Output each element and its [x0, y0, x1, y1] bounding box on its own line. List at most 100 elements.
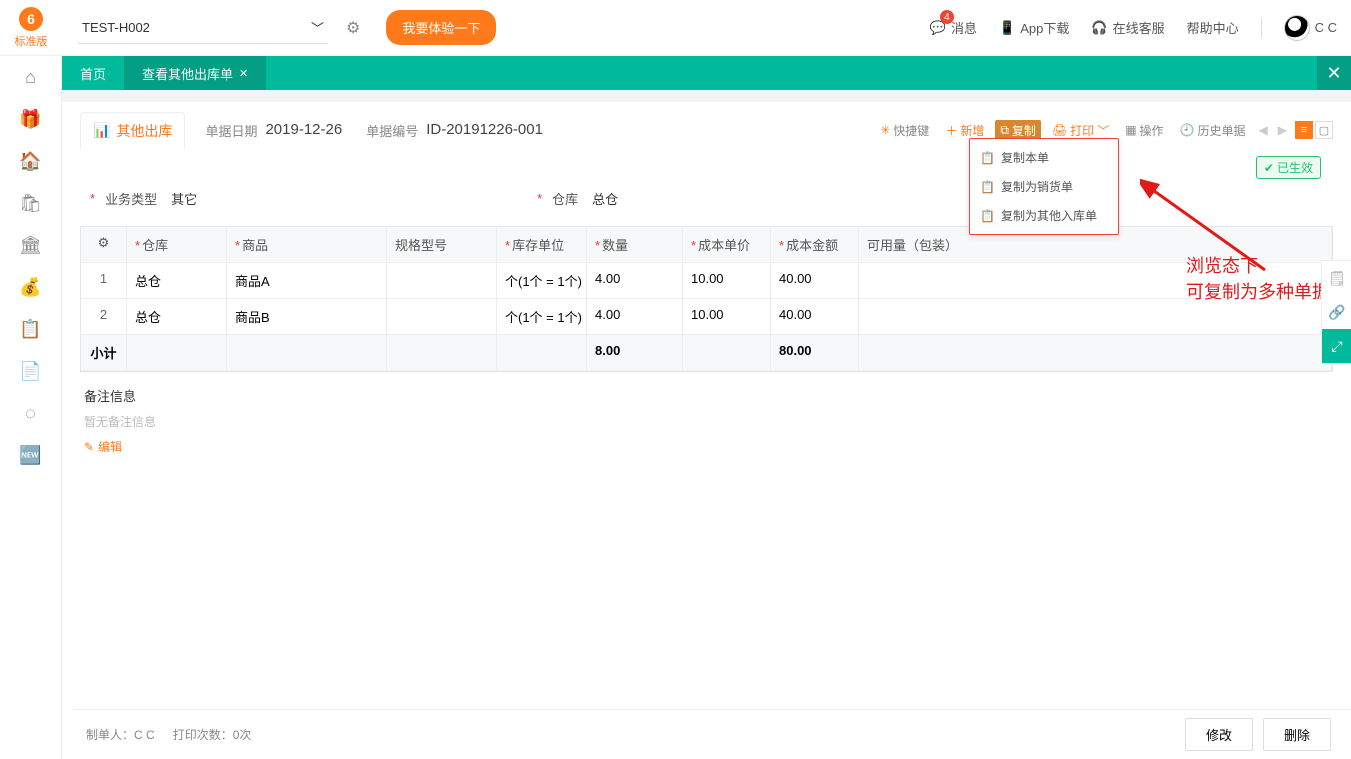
- date-label: 单据日期: [205, 121, 257, 140]
- status-text: 已生效: [1277, 159, 1313, 176]
- chevron-down-icon: ﹀: [1097, 122, 1109, 139]
- shop-icon[interactable]: 🏠: [20, 150, 42, 172]
- gift-icon[interactable]: 🎁: [20, 108, 42, 130]
- check-icon: ✔: [1264, 161, 1274, 175]
- remarks-section: 备注信息 暂无备注信息 ✎编辑: [62, 372, 1351, 469]
- add-label: 新增: [960, 122, 984, 139]
- logo-mark: 6: [19, 7, 43, 31]
- status-row: ✔已生效: [62, 148, 1351, 185]
- expand-icon[interactable]: ⤢: [1322, 329, 1351, 363]
- messages-link[interactable]: 💬 4 消息: [930, 18, 977, 37]
- copy-icon: ⧉: [1000, 123, 1009, 138]
- brand-logo: 6 标准版: [0, 0, 62, 56]
- print-label: 打印: [1070, 122, 1094, 139]
- cell-amount: 40.00: [771, 299, 859, 335]
- help-link[interactable]: 帮助中心: [1187, 18, 1239, 37]
- warehouse-field: * 仓库 总仓: [537, 189, 618, 208]
- tab-home[interactable]: 首页: [62, 56, 124, 90]
- tab-home-label: 首页: [80, 64, 106, 83]
- ops-action[interactable]: ▦ 操作: [1120, 120, 1168, 141]
- cell-avail: [859, 299, 1332, 335]
- no-label: 单据编号: [366, 121, 418, 140]
- customer-service-link[interactable]: 🎧 在线客服: [1091, 18, 1164, 37]
- cell-qty: 4.00: [587, 299, 683, 335]
- edit-icon: ✎: [84, 440, 94, 454]
- view-toggles: ≡ ▢: [1295, 121, 1333, 139]
- refresh-icon[interactable]: ◌: [20, 402, 42, 424]
- msg-label: 消息: [951, 18, 977, 37]
- user-menu[interactable]: C C: [1284, 15, 1337, 41]
- app-download-link[interactable]: 📱 App下载: [999, 18, 1069, 37]
- plus-icon: ＋: [945, 122, 957, 139]
- biz-value: 其它: [171, 189, 197, 208]
- try-button[interactable]: 我要体验一下: [386, 10, 496, 45]
- copy-as-inbound[interactable]: 📋复制为其他入库单: [970, 201, 1118, 230]
- money-icon[interactable]: 💰: [20, 276, 42, 298]
- table-row[interactable]: 1 总仓 商品A 个(1个 = 1个) 4.00 10.00 40.00: [81, 263, 1332, 299]
- tab-current[interactable]: 查看其他出库单 ✕: [124, 56, 266, 90]
- gear-col[interactable]: ⚙: [81, 227, 127, 263]
- bag-icon[interactable]: 🛍: [20, 192, 42, 214]
- shortcut-label: 快捷键: [893, 122, 929, 139]
- edit-remarks-link[interactable]: ✎编辑: [84, 438, 1329, 455]
- view-list[interactable]: ≡: [1295, 121, 1313, 139]
- cell-unit: 个(1个 = 1个): [497, 299, 587, 335]
- gear-icon[interactable]: ⚙: [346, 18, 360, 38]
- app-label: App下载: [1020, 18, 1069, 37]
- phone-icon: 📱: [999, 20, 1015, 36]
- remarks-title: 备注信息: [84, 386, 1329, 405]
- totals-amount: 80.00: [771, 335, 859, 371]
- cell-prod: 商品A: [227, 263, 387, 299]
- copy-label: 复制: [1012, 122, 1036, 139]
- new-icon[interactable]: 🆕: [20, 444, 42, 466]
- copy-this-doc[interactable]: 📋复制本单: [970, 143, 1118, 172]
- table-row[interactable]: 2 总仓 商品B 个(1个 = 1个) 4.00 10.00 40.00: [81, 299, 1332, 335]
- date-value: 2019-12-26: [265, 121, 342, 140]
- document-tab[interactable]: 📊 其他出库: [80, 112, 185, 149]
- modify-button[interactable]: 修改: [1185, 718, 1253, 751]
- prev-icon[interactable]: ◀: [1257, 123, 1270, 137]
- totals-label: 小计: [81, 335, 127, 371]
- doc-icon[interactable]: 📄: [20, 360, 42, 382]
- grid-icon: ▦: [1125, 123, 1136, 137]
- wh-value: 总仓: [592, 189, 618, 208]
- status-badge: ✔已生效: [1256, 156, 1321, 179]
- logo-text: 标准版: [15, 33, 48, 49]
- msg-badge: 4: [940, 10, 954, 24]
- history-action[interactable]: 🕘历史单据: [1175, 120, 1251, 141]
- delete-button[interactable]: 删除: [1263, 718, 1331, 751]
- clipboard-icon[interactable]: 📋: [20, 318, 42, 340]
- avatar: [1284, 15, 1310, 41]
- org-select[interactable]: TEST-H002 ﹀: [78, 12, 328, 44]
- cell-wh: 总仓: [127, 299, 227, 335]
- doc-meta-date: 单据日期 2019-12-26: [205, 121, 342, 140]
- document-title: 其他出库: [116, 121, 172, 141]
- link-icon[interactable]: 🔗: [1322, 295, 1351, 329]
- col-amount: *成本金额: [771, 227, 859, 263]
- items-grid: ⚙ *仓库 *商品 规格型号 *库存单位 *数量 *成本单价 *成本金额 可用量…: [80, 226, 1333, 372]
- printcnt-label: 打印次数：: [173, 726, 233, 743]
- warehouse-icon[interactable]: 🏛: [20, 234, 42, 256]
- divider: [1261, 18, 1262, 38]
- ops-label: 操作: [1140, 122, 1164, 139]
- cell-price: 10.00: [683, 299, 771, 335]
- next-icon[interactable]: ▶: [1276, 123, 1289, 137]
- view-card[interactable]: ▢: [1315, 121, 1333, 139]
- close-all-tabs[interactable]: ✕: [1317, 56, 1351, 90]
- grid-header: ⚙ *仓库 *商品 规格型号 *库存单位 *数量 *成本单价 *成本金额 可用量…: [81, 227, 1332, 263]
- form-row: * 业务类型 其它 * 仓库 总仓: [62, 185, 1351, 226]
- cell-spec: [387, 299, 497, 335]
- top-links: 💬 4 消息 📱 App下载 🎧 在线客服 帮助中心 C C: [930, 15, 1337, 41]
- document-canvas: 📊 其他出库 单据日期 2019-12-26 单据编号 ID-20191226-…: [62, 102, 1351, 759]
- totals-qty: 8.00: [587, 335, 683, 371]
- shortcut-action[interactable]: ✳快捷键: [875, 120, 934, 141]
- note-icon[interactable]: 🗒: [1322, 261, 1351, 295]
- dd-c-label: 复制为其他入库单: [1001, 207, 1097, 224]
- required-mark: *: [90, 191, 95, 206]
- copy-dropdown: 📋复制本单 📋复制为销货单 📋复制为其他入库单: [969, 138, 1119, 235]
- tab-close-icon[interactable]: ✕: [239, 67, 248, 80]
- cell-qty: 4.00: [587, 263, 683, 299]
- gear-icon: ✳: [880, 123, 890, 137]
- home-icon[interactable]: ⌂: [20, 66, 42, 88]
- copy-as-sale[interactable]: 📋复制为销货单: [970, 172, 1118, 201]
